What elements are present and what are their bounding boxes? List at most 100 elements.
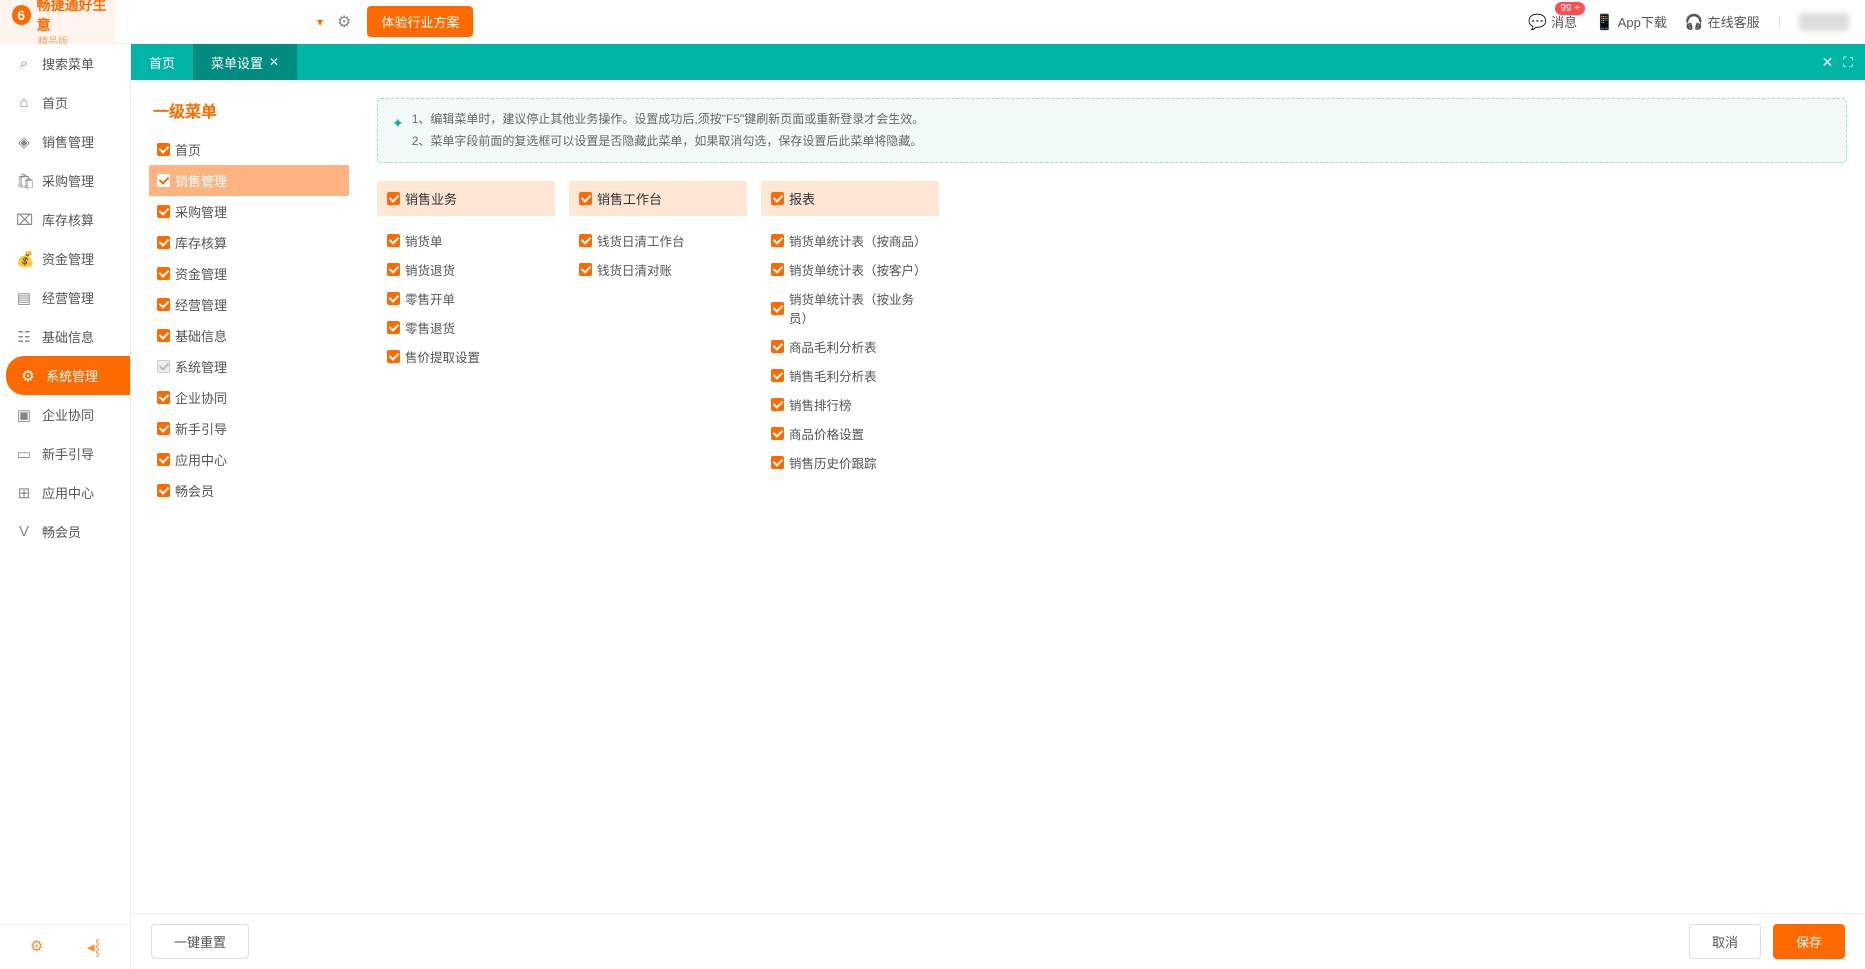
checkbox[interactable] — [157, 329, 170, 342]
sidebar-item-5[interactable]: 💰资金管理 — [0, 239, 130, 278]
checkbox[interactable] — [387, 350, 400, 363]
menu-subitem[interactable]: 销售历史价跟踪 — [763, 448, 937, 477]
menu-column-head[interactable]: 报表 — [761, 181, 939, 216]
checkbox[interactable] — [157, 422, 170, 435]
sidebar-item-6[interactable]: ▤经营管理 — [0, 278, 130, 317]
checkbox[interactable] — [771, 302, 784, 315]
industry-plan-button[interactable]: 体验行业方案 — [367, 6, 473, 37]
checkbox[interactable] — [157, 484, 170, 497]
sidebar-item-1[interactable]: ⌂首页 — [0, 83, 130, 122]
sidebar-item-8[interactable]: ⚙系统管理 — [6, 356, 130, 395]
sidebar-item-2[interactable]: ◈销售管理 — [0, 122, 130, 161]
menu-subitem[interactable]: 零售退货 — [379, 313, 553, 342]
checkbox[interactable] — [157, 236, 170, 249]
chevron-down-icon[interactable]: ▾ — [317, 15, 323, 29]
sidebar-item-9[interactable]: ▣企业协同 — [0, 395, 130, 434]
online-service-button[interactable]: 🎧 在线客服 — [1685, 12, 1760, 31]
sidebar-item-12[interactable]: V畅会员 — [0, 512, 130, 551]
checkbox[interactable] — [157, 143, 170, 156]
checkbox[interactable] — [771, 340, 784, 353]
level1-item-11[interactable]: 畅会员 — [149, 475, 349, 506]
menu-subitem[interactable]: 销货单统计表（按业务员） — [763, 284, 937, 332]
checkbox[interactable] — [771, 369, 784, 382]
checkbox[interactable] — [157, 391, 170, 404]
service-label: 在线客服 — [1708, 12, 1760, 31]
sidebar-item-0[interactable]: ⌕搜索菜单 — [0, 44, 130, 83]
level1-item-label: 新手引导 — [175, 419, 227, 438]
save-button[interactable]: 保存 — [1773, 924, 1845, 959]
checkbox[interactable] — [387, 234, 400, 247]
level1-item-8[interactable]: 企业协同 — [149, 382, 349, 413]
level1-item-6[interactable]: 基础信息 — [149, 320, 349, 351]
level1-item-7[interactable]: 系统管理 — [149, 351, 349, 382]
menu-subitem[interactable]: 商品价格设置 — [763, 419, 937, 448]
checkbox[interactable] — [157, 205, 170, 218]
sidebar-item-3[interactable]: 🛍采购管理 — [0, 161, 130, 200]
level1-item-5[interactable]: 经营管理 — [149, 289, 349, 320]
sidebar-item-7[interactable]: ☷基础信息 — [0, 317, 130, 356]
menu-subitem[interactable]: 售价提取设置 — [379, 342, 553, 371]
sidebar-item-4[interactable]: ⌧库存核算 — [0, 200, 130, 239]
checkbox[interactable] — [771, 427, 784, 440]
user-avatar[interactable] — [1799, 13, 1849, 31]
sidebar-item-10[interactable]: ▭新手引导 — [0, 434, 130, 473]
checkbox[interactable] — [579, 234, 592, 247]
checkbox[interactable] — [157, 174, 170, 187]
level1-item-0[interactable]: 首页 — [149, 134, 349, 165]
level1-item-4[interactable]: 资金管理 — [149, 258, 349, 289]
tab-1[interactable]: 菜单设置✕ — [193, 44, 297, 80]
org-selector[interactable] — [127, 12, 277, 31]
sidebar-item-icon: V — [16, 523, 32, 540]
menu-subitem[interactable]: 商品毛利分析表 — [763, 332, 937, 361]
menu-subitem[interactable]: 销货退货 — [379, 255, 553, 284]
level1-item-10[interactable]: 应用中心 — [149, 444, 349, 475]
checkbox[interactable] — [387, 192, 400, 205]
checkbox[interactable] — [771, 456, 784, 469]
tab-close-all-icon[interactable]: ✕ — [1821, 54, 1833, 71]
menu-subitem[interactable]: 销货单 — [379, 226, 553, 255]
gear-icon[interactable]: ⚙ — [337, 12, 351, 32]
sidebar-item-label: 销售管理 — [42, 132, 94, 151]
menu-column-body: 销货单统计表（按商品） 销货单统计表（按客户） 销货单统计表（按业务员）商品毛利分析… — [761, 216, 939, 483]
menu-column-head[interactable]: 销售工作台 — [569, 181, 747, 216]
checkbox[interactable] — [579, 263, 592, 276]
menu-subitem[interactable]: 零售开单 — [379, 284, 553, 313]
checkbox[interactable] — [157, 267, 170, 280]
checkbox[interactable] — [387, 263, 400, 276]
tab-fullscreen-icon[interactable]: ⛶ — [1843, 54, 1853, 71]
checkbox[interactable] — [387, 292, 400, 305]
menu-subitem[interactable]: 销售排行榜 — [763, 390, 937, 419]
level1-item-3[interactable]: 库存核算 — [149, 227, 349, 258]
tab-close-icon[interactable]: ✕ — [269, 55, 279, 69]
level1-item-1[interactable]: 销售管理 — [149, 165, 349, 196]
checkbox[interactable] — [771, 263, 784, 276]
checkbox[interactable] — [387, 321, 400, 334]
level1-item-9[interactable]: 新手引导 — [149, 413, 349, 444]
sidebar-settings-icon[interactable]: ⚙ — [30, 937, 43, 957]
sidebar-collapse-icon[interactable]: ◂⸾ — [87, 937, 100, 957]
menu-subitem[interactable]: 钱货日清对账 — [571, 255, 745, 284]
checkbox[interactable] — [157, 453, 170, 466]
checkbox[interactable] — [579, 192, 592, 205]
checkbox[interactable] — [157, 360, 170, 373]
level1-item-label: 应用中心 — [175, 450, 227, 469]
reset-button[interactable]: 一键重置 — [151, 924, 249, 959]
sidebar-item-label: 新手引导 — [42, 444, 94, 463]
tab-0[interactable]: 首页 — [131, 44, 193, 80]
menu-column-head[interactable]: 销售业务 — [377, 181, 555, 216]
checkbox[interactable] — [157, 298, 170, 311]
menu-subitem[interactable]: 销货单统计表（按客户） — [763, 255, 937, 284]
menu-subitem-label: 销货单统计表（按客户） — [789, 260, 927, 279]
menu-subitem[interactable]: 销货单统计表（按商品） — [763, 226, 937, 255]
checkbox[interactable] — [771, 234, 784, 247]
messages-button[interactable]: 💬 消息 99 + — [1528, 12, 1577, 31]
checkbox[interactable] — [771, 192, 784, 205]
cancel-button[interactable]: 取消 — [1689, 924, 1761, 959]
app-download-button[interactable]: 📱 App下载 — [1595, 12, 1667, 31]
menu-subitem[interactable]: 销售毛利分析表 — [763, 361, 937, 390]
sidebar-item-label: 经营管理 — [42, 288, 94, 307]
checkbox[interactable] — [771, 398, 784, 411]
level1-item-2[interactable]: 采购管理 — [149, 196, 349, 227]
sidebar-item-11[interactable]: ⊞应用中心 — [0, 473, 130, 512]
menu-subitem[interactable]: 钱货日清工作台 — [571, 226, 745, 255]
